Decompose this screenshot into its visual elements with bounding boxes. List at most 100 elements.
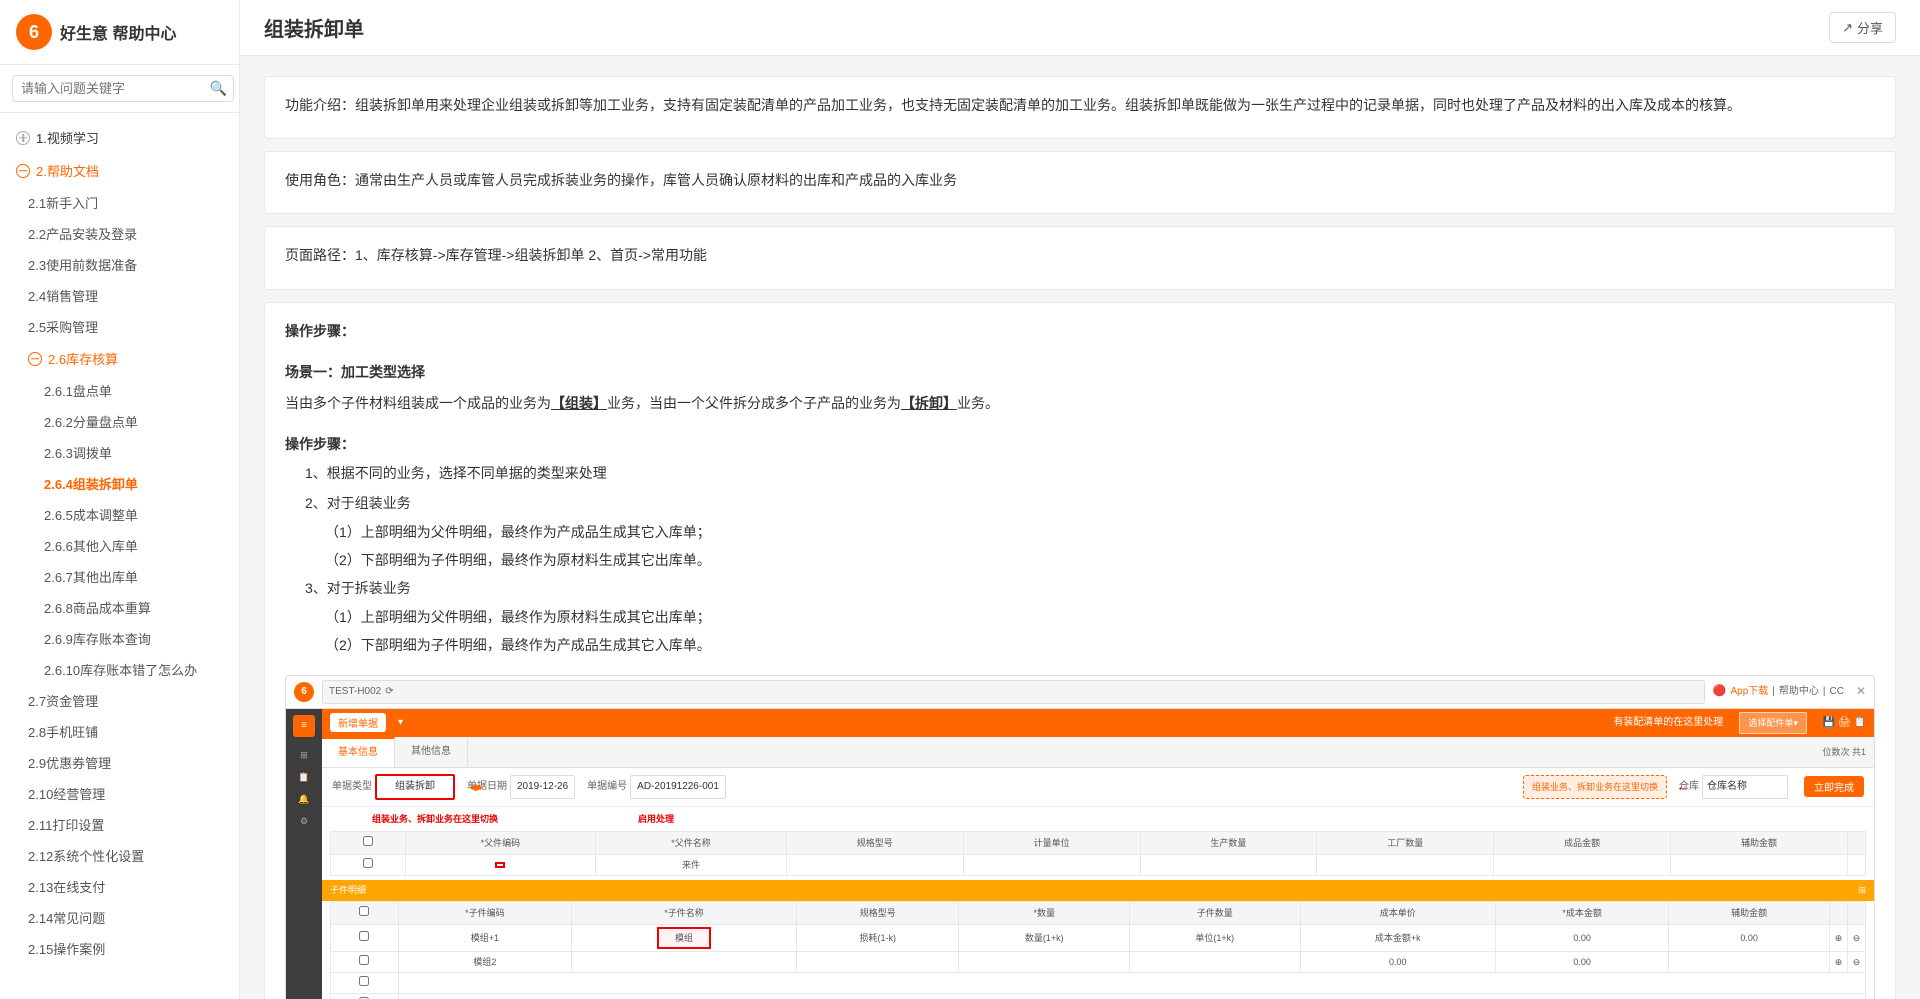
nav-tree: 1.视频学习 2.帮助文档 2.1新手入门 2.2产品安装及登录 2.3使用前数…: [0, 113, 239, 999]
sidebar-item-inventory-3[interactable]: 2.6.3调拨单: [44, 437, 239, 468]
ss-lower-th2: *子件名称: [572, 901, 797, 924]
intro-text: 功能介绍：组装拆卸单用来处理企业组装或拆卸等加工业务，支持有固定装配清单的产品加…: [285, 93, 1875, 118]
step3-1: （1）上部明细为父件明细，最终作为原材料生成其它出库单；: [325, 605, 1875, 630]
step2: 2、对于组装业务: [305, 491, 1875, 516]
ss-type-value[interactable]: 组装拆卸 ◀▶: [375, 774, 455, 800]
intro-box: 功能介绍：组装拆卸单用来处理企业组装或拆卸等加工业务，支持有固定装配清单的产品加…: [264, 76, 1896, 139]
search-area: 🔍: [0, 65, 239, 113]
sidebar-item-finance[interactable]: 2.7资金管理: [28, 685, 239, 716]
scene1-steps-title: 操作步骤：: [285, 432, 1875, 457]
sidebar-item-print[interactable]: 2.11打印设置: [28, 809, 239, 840]
expand-icon: [16, 131, 30, 145]
ss-td-code[interactable]: [405, 855, 596, 876]
ss-app-icon: App下载: [1730, 683, 1768, 701]
sidebar: 6 好生意 帮助中心 🔍 1.视频学习 2.帮助文档 2.1新手入门 2.2产品…: [0, 0, 240, 999]
sidebar-item-inventory[interactable]: 2.6库存核算 2.6.1盘点单 2.6.2分量盘点单 2.6.3调拨单 2.6…: [28, 342, 239, 685]
ss-td-name: 来件: [596, 855, 787, 876]
ss-lower-th4: *数量: [959, 901, 1130, 924]
sidebar-item-purchase[interactable]: 2.5采购管理: [28, 311, 239, 342]
ops-box: 操作步骤： 场景一：加工类型选择 当由多个子件材料组装成一个成品的业务为【组装】…: [264, 302, 1896, 999]
ss-tab-basic[interactable]: 基本信息: [322, 737, 395, 767]
role-text: 使用角色：通常由生产人员或库管人员完成拆装业务的操作，库管人员确认原材料的出库和…: [285, 168, 1875, 193]
sidebar-item-inventory-1[interactable]: 2.6.1盘点单: [44, 375, 239, 406]
sidebar-item-inventory-10[interactable]: 2.6.10库存账本错了怎么办: [44, 654, 239, 685]
ss-orange-bar: 新增单据 ▾ 有装配清单的在这里处理 选择配件单▾ 💾 🖨 📋: [322, 709, 1874, 737]
ss-lower-th9: [1830, 901, 1848, 924]
ss-date-value[interactable]: 2019-12-26: [510, 775, 575, 799]
ss-warehouse-field: 仓库 仓库名称: [1679, 775, 1788, 799]
ss-lower-table-header: 子件明细 ⊞: [322, 880, 1874, 900]
sidebar-item-sales[interactable]: 2.4销售管理: [28, 280, 239, 311]
ss-select-all[interactable]: [363, 836, 373, 846]
ss-warehouse-value[interactable]: 仓库名称: [1702, 775, 1788, 799]
ss-lower-table-title: 子件明细: [330, 882, 366, 898]
sidebar-item-payment[interactable]: 2.13在线支付: [28, 871, 239, 902]
sidebar-item-label: 2.6库存核算: [48, 349, 118, 368]
sidebar-item-custom[interactable]: 2.12系统个性化设置: [28, 840, 239, 871]
topbar: 组装拆卸单 ↗ 分享: [240, 0, 1920, 56]
ss-menu-icon: ≡: [293, 715, 315, 737]
ss-app-logo: 6: [294, 682, 314, 702]
collapse-icon: [16, 164, 30, 178]
main-content: 组装拆卸单 ↗ 分享 功能介绍：组装拆卸单用来处理企业组装或拆卸等加工业务，支持…: [240, 0, 1920, 999]
ss-save-btn[interactable]: 立即完成: [1804, 776, 1864, 797]
sidebar-item-label: 1.视频学习: [36, 128, 99, 147]
ss-date-field: 单据日期 2019-12-26: [467, 775, 575, 799]
ss-main-area: 新增单据 ▾ 有装配清单的在这里处理 选择配件单▾ 💾 🖨 📋 基本信息 其他信…: [322, 709, 1874, 999]
ss-topbar: 6 TEST-H002 ⟳ 🔴 App下载 | 帮助中心 | CC ✕: [286, 676, 1874, 709]
ss-page-info: 位数次 共1: [1814, 744, 1874, 760]
table-row: 模组2 0.00 0.00 ⊕: [331, 951, 1866, 972]
step1: 1、根据不同的业务，选择不同单据的类型来处理: [305, 461, 1875, 486]
sidebar-item-mobile[interactable]: 2.8手机旺铺: [28, 716, 239, 747]
ss-user-icon: CC: [1829, 683, 1843, 701]
app-name: 好生意 帮助中心: [60, 20, 176, 44]
share-button[interactable]: ↗ 分享: [1829, 12, 1896, 43]
sidebar-item-inventory-4[interactable]: 2.6.4组装拆卸单: [44, 468, 239, 499]
ss-tab-other[interactable]: 其他信息: [395, 738, 468, 766]
ss-nav-icon2: 📋: [298, 769, 309, 785]
ss-lower-th1: *子件编码: [398, 901, 571, 924]
search-input[interactable]: [12, 75, 234, 102]
ss-td-check: [331, 855, 406, 876]
ss-lower-table: *子件编码 *子件名称 规格型号 *数量 子件数量 成本单价 *成本金额 辅助金…: [330, 901, 1866, 999]
sidebar-item-video[interactable]: 1.视频学习: [0, 121, 239, 154]
sidebar-item-inventory-9[interactable]: 2.6.9库存账本查询: [44, 623, 239, 654]
ss-select-config-btn[interactable]: 选择配件单▾: [1739, 712, 1807, 734]
logo-area: 6 好生意 帮助中心: [0, 0, 239, 65]
sidebar-item-inventory-2[interactable]: 2.6.2分量盘点单: [44, 406, 239, 437]
sidebar-item-inventory-7[interactable]: 2.6.7其他出库单: [44, 561, 239, 592]
sidebar-item-faq[interactable]: 2.14常见问题: [28, 902, 239, 933]
ss-type-label: 单据类型: [332, 778, 372, 796]
ss-close-icon: ✕: [1856, 681, 1866, 703]
sidebar-item-inventory-5[interactable]: 2.6.5成本调整单: [44, 499, 239, 530]
sidebar-item-helpdoc[interactable]: 2.帮助文档 2.1新手入门 2.2产品安装及登录 2.3使用前数据准备 2.4…: [0, 154, 239, 964]
step3-2: （2）下部明细为子件明细，最终作为产成品生成其它入库单。: [325, 633, 1875, 658]
ss-action-label: 有装配清单的在这里处理: [1613, 714, 1723, 732]
sidebar-item-coupon[interactable]: 2.9优惠券管理: [28, 747, 239, 778]
ss-code-field: 单据编号 AD-20191226-001: [587, 775, 726, 799]
step2-1: （1）上部明细为父件明细，最终作为产成品生成其它入库单；: [325, 520, 1875, 545]
sidebar-item-inventory-8[interactable]: 2.6.8商品成本重算: [44, 592, 239, 623]
path-box: 页面路径：1、库存核算->库存管理->组装拆卸单 2、首页->常用功能: [264, 226, 1896, 289]
ss-code-value[interactable]: AD-20191226-001: [630, 775, 726, 799]
sidebar-item-cases[interactable]: 2.15操作案例: [28, 933, 239, 964]
app-logo-icon: 6: [16, 14, 52, 50]
sidebar-item-ops[interactable]: 2.10经营管理: [28, 778, 239, 809]
sidebar-item-dataprep[interactable]: 2.3使用前数据准备: [28, 249, 239, 280]
ss-orange-label: ▾: [398, 714, 403, 732]
sidebar-item-install[interactable]: 2.2产品安装及登录: [28, 218, 239, 249]
ss-icon-btns: 💾 🖨 📋: [1823, 714, 1866, 732]
ss-upper-th-op: [1848, 832, 1866, 855]
ss-upper-th8: 辅助金额: [1671, 832, 1848, 855]
sidebar-item-inventory-6[interactable]: 2.6.6其他入库单: [44, 530, 239, 561]
ss-nav-icon3: 🔔: [298, 791, 309, 807]
ss-lower-table-wrap: *子件编码 *子件名称 规格型号 *数量 子件数量 成本单价 *成本金额 辅助金…: [322, 901, 1874, 999]
ss-annotation-arrow: ←: [1676, 774, 1690, 799]
ss-upper-th-check: [331, 832, 406, 855]
search-button[interactable]: 🔍: [210, 80, 227, 97]
collapse-icon-inventory: [28, 352, 42, 366]
sidebar-item-newbie[interactable]: 2.1新手入门: [28, 187, 239, 218]
ss-lower-table-icon: ⊞: [1858, 882, 1866, 898]
ss-new-btn[interactable]: 新增单据: [330, 713, 386, 732]
ss-upper-th4: 计量单位: [963, 832, 1140, 855]
